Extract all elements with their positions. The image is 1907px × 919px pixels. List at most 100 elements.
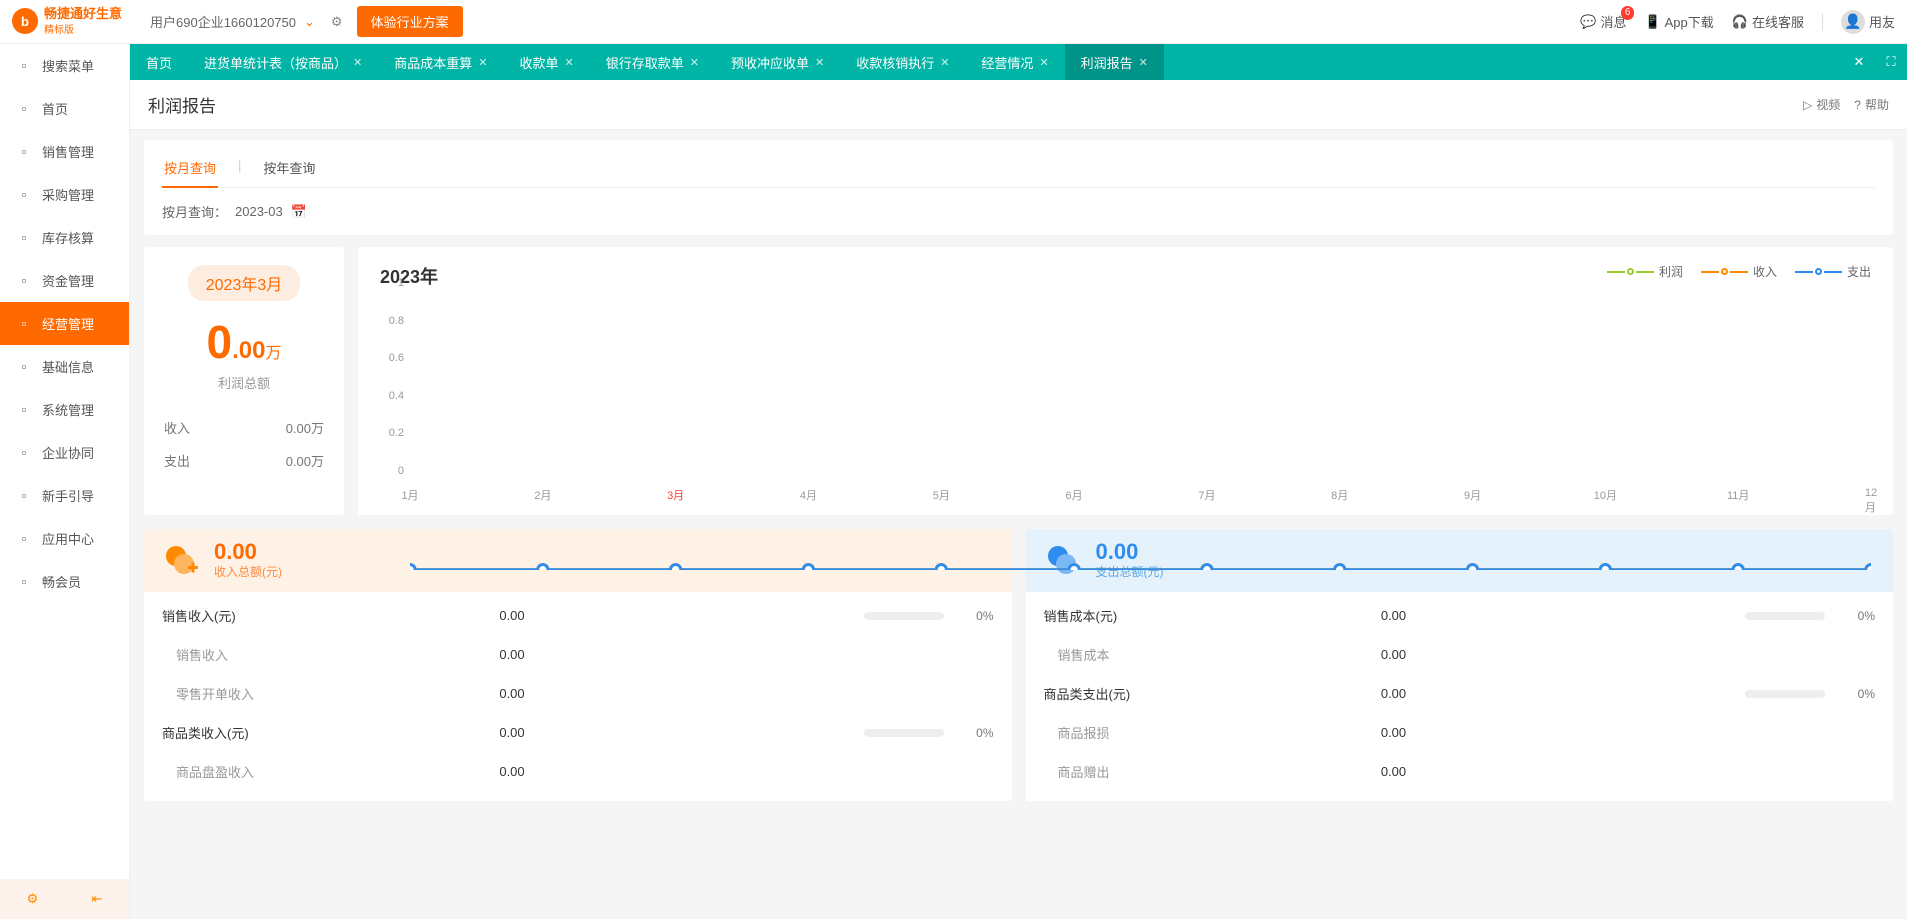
expand-icon[interactable]: ⛶	[1875, 54, 1907, 70]
tab-4[interactable]: 银行存取款单✕	[590, 44, 715, 80]
collapse-icon[interactable]: ⇤	[91, 891, 102, 907]
sidebar-item-10[interactable]: ▫新手引导	[0, 474, 129, 517]
sidebar-item-label: 资金管理	[42, 271, 94, 290]
close-icon[interactable]: ✕	[353, 56, 362, 69]
tab-5[interactable]: 预收冲应收单✕	[715, 44, 840, 80]
x-tick: 12月	[1865, 487, 1877, 515]
help-link[interactable]: ?帮助	[1854, 96, 1889, 113]
cart-icon: ▫	[16, 144, 32, 160]
legend-item[interactable]: 利润	[1607, 263, 1683, 280]
x-tick: 3月	[667, 487, 684, 503]
sidebar-item-0[interactable]: ▫搜索菜单	[0, 44, 129, 87]
table-row: 销售成本(元)0.000%	[1044, 596, 1876, 635]
close-all-tabs-button[interactable]: ✕	[1843, 54, 1875, 70]
sidebar-item-label: 采购管理	[42, 185, 94, 204]
table-row: 零售开单收入0.00	[162, 674, 994, 713]
gear-icon: ▫	[16, 402, 32, 418]
progress-bar	[864, 729, 944, 737]
money-icon: ▫	[16, 273, 32, 289]
user-menu[interactable]: 👤 用友	[1841, 10, 1895, 34]
sidebar-item-12[interactable]: ▫畅会员	[0, 560, 129, 603]
content: 按月查询 | 按年查询 按月查询： 2023-03 📅 2023年3月 0	[130, 130, 1907, 919]
tab-7[interactable]: 经营情况✕	[965, 44, 1064, 80]
vip-icon: ▫	[16, 574, 32, 590]
sidebar-item-label: 应用中心	[42, 529, 94, 548]
tab-1[interactable]: 进货单统计表（按商品）✕	[188, 44, 378, 80]
cta-button[interactable]: 体验行业方案	[357, 6, 463, 37]
tab-by-year[interactable]: 按年查询	[261, 150, 317, 187]
tab-2[interactable]: 商品成本重算✕	[378, 44, 503, 80]
close-icon[interactable]: ✕	[1139, 56, 1148, 69]
x-tick: 9月	[1464, 487, 1481, 503]
sidebar-item-4[interactable]: ▫ 库存核算	[0, 216, 129, 259]
logo[interactable]: b 畅捷通好生意 精标版	[12, 7, 130, 36]
topbar-right: 💬 消息 6 📱 App下载 🎧 在线客服 👤 用友	[1580, 10, 1895, 34]
y-tick: 0.4	[389, 390, 404, 402]
tab-8[interactable]: 利润报告✕	[1065, 44, 1164, 80]
sidebar-item-6[interactable]: ▫经营管理	[0, 302, 129, 345]
table-row: 商品类收入(元)0.000%	[162, 713, 994, 752]
tenant-selector[interactable]: 用户690企业1660120750 ⌄	[150, 12, 315, 31]
tab-6[interactable]: 收款核销执行✕	[840, 44, 965, 80]
expense-panel: 0.00 支出总额(元) 销售成本(元)0.000%销售成本0.00商品类支出(…	[1026, 529, 1894, 801]
close-icon[interactable]: ✕	[940, 56, 949, 69]
legend-item[interactable]: 收入	[1701, 263, 1777, 280]
tab-by-month[interactable]: 按月查询	[162, 150, 218, 187]
table-row: 商品报损0.00	[1044, 713, 1876, 752]
calendar-icon[interactable]: 📅	[291, 204, 307, 220]
chart-card: 2023年 利润收入支出 00.20.40.60.81 1月2月3月4月5月6月…	[358, 247, 1893, 515]
help-icon: ?	[1854, 98, 1861, 112]
sidebar-item-8[interactable]: ▫ 系统管理	[0, 388, 129, 431]
x-tick: 7月	[1198, 487, 1215, 503]
income-icon	[162, 542, 200, 580]
tab-3[interactable]: 收款单✕	[503, 44, 589, 80]
support-button[interactable]: 🎧 在线客服	[1732, 12, 1804, 31]
legend-item[interactable]: 支出	[1795, 263, 1871, 280]
sidebar-footer: ⚙ ⇤	[0, 879, 129, 919]
headset-icon: 🎧	[1732, 14, 1748, 30]
progress-bar	[1745, 612, 1825, 620]
sidebar-item-label: 系统管理	[42, 400, 94, 419]
period-pill: 2023年3月	[188, 265, 301, 301]
close-icon[interactable]: ✕	[478, 56, 487, 69]
close-icon[interactable]: ✕	[690, 56, 699, 69]
x-tick: 4月	[800, 487, 817, 503]
query-value: 2023-03	[235, 204, 283, 219]
logo-edition: 精标版	[44, 21, 122, 36]
tab-0[interactable]: 首页	[130, 44, 188, 80]
y-axis: 00.20.40.60.81	[380, 295, 408, 483]
table-row: 销售收入0.00	[162, 635, 994, 674]
apps-icon: ▫	[16, 531, 32, 547]
close-icon[interactable]: ✕	[565, 56, 574, 69]
chevron-down-icon: ⌄	[304, 14, 315, 30]
message-icon: 💬	[1580, 14, 1596, 30]
close-icon[interactable]: ✕	[1039, 56, 1048, 69]
biz-icon: ▫	[16, 316, 32, 332]
sidebar-item-5[interactable]: ▫ 资金管理	[0, 259, 129, 302]
x-tick: 8月	[1331, 487, 1348, 503]
gear-icon[interactable]: ⚙	[331, 14, 343, 30]
summary-card: 2023年3月 0.00万 利润总额 收入0.00万 支出0.00万	[144, 247, 344, 515]
progress-bar	[864, 612, 944, 620]
sidebar-item-7[interactable]: ▫基础信息	[0, 345, 129, 388]
video-link[interactable]: ▷视频	[1803, 96, 1840, 113]
avatar: 👤	[1841, 10, 1865, 34]
sidebar-item-11[interactable]: ▫ 应用中心	[0, 517, 129, 560]
sidebar-item-2[interactable]: ▫销售管理	[0, 130, 129, 173]
sidebar-item-label: 库存核算	[42, 228, 94, 247]
search-icon: ▫	[16, 58, 32, 74]
y-tick: 0.6	[389, 352, 404, 364]
sidebar-item-9[interactable]: ▫企业协同	[0, 431, 129, 474]
app-download-button[interactable]: 📱 App下载	[1644, 12, 1713, 31]
sidebar-item-label: 首页	[42, 99, 68, 118]
messages-button[interactable]: 💬 消息 6	[1580, 12, 1626, 31]
sidebar-item-3[interactable]: ▫采购管理	[0, 173, 129, 216]
tenant-name: 用户690企业1660120750	[150, 12, 296, 31]
x-tick: 11月	[1727, 487, 1749, 503]
play-icon: ▷	[1803, 98, 1812, 112]
page-title: 利润报告	[148, 92, 216, 117]
sidebar-item-1[interactable]: ▫首页	[0, 87, 129, 130]
stock-icon: ▫	[16, 230, 32, 246]
settings-icon[interactable]: ⚙	[27, 891, 39, 907]
close-icon[interactable]: ✕	[815, 56, 824, 69]
